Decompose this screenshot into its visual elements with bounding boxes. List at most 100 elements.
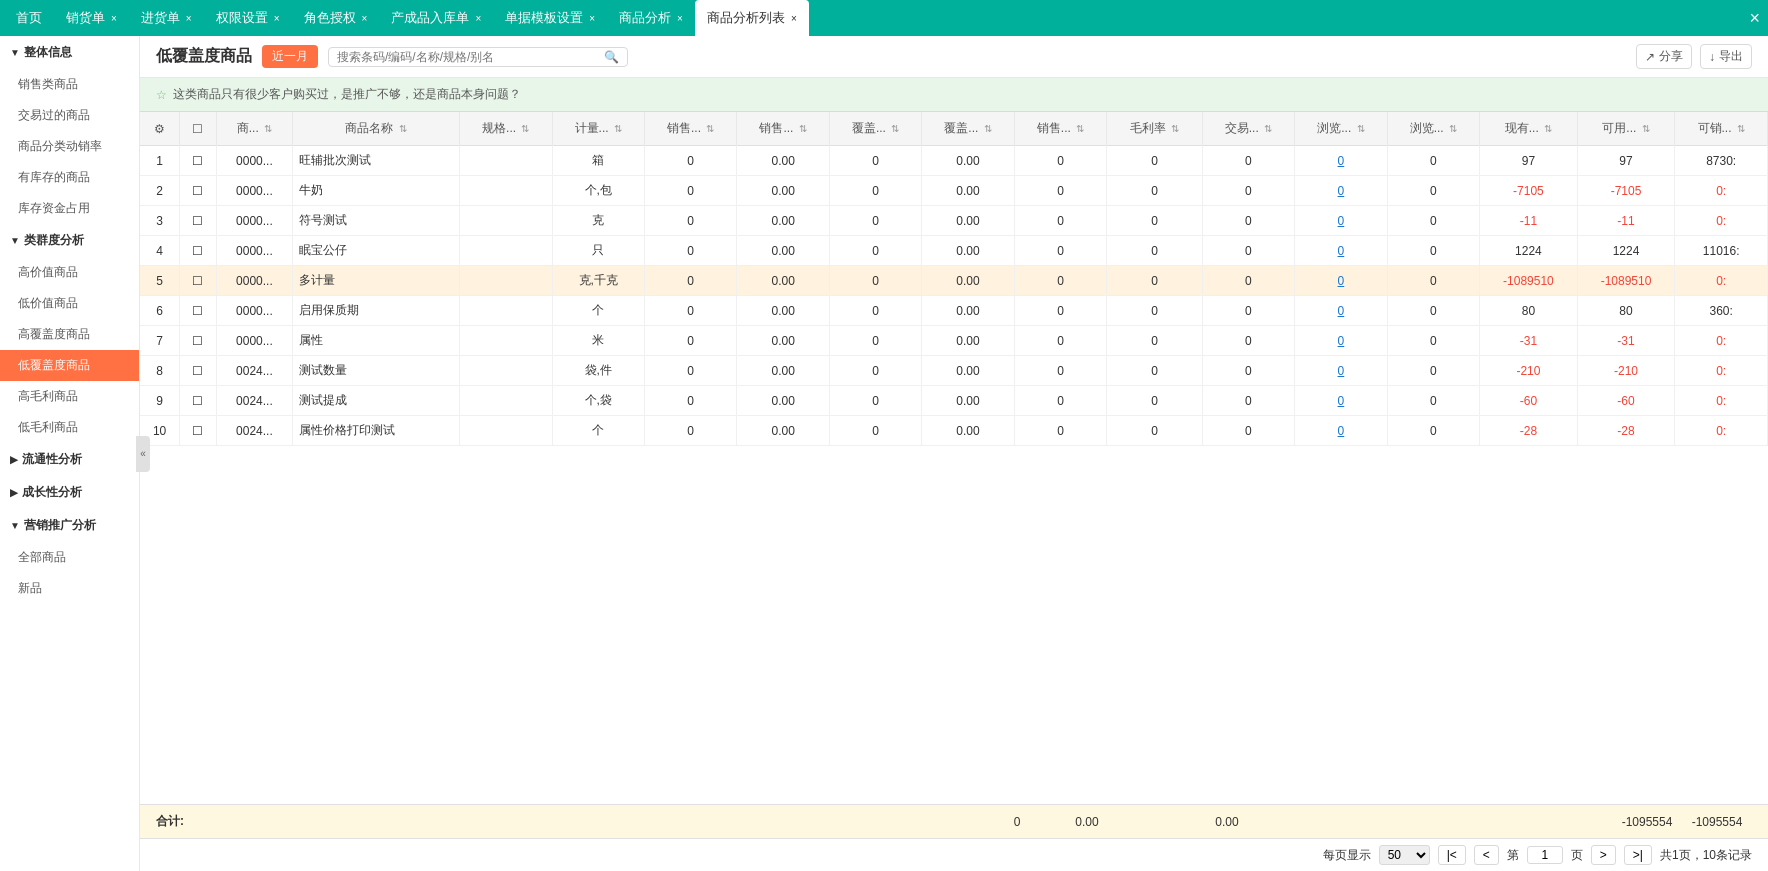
col-header-name[interactable]: 商品名称 ⇅	[293, 112, 460, 146]
export-button[interactable]: ↓ 导出	[1700, 44, 1752, 69]
table-cell-browse1[interactable]: 0	[1295, 266, 1387, 296]
nav-tab-单据模板设置[interactable]: 单据模板设置×	[493, 0, 607, 36]
table-cell-browse1[interactable]: 0	[1295, 296, 1387, 326]
col-header-browse2[interactable]: 浏览... ⇅	[1387, 112, 1479, 146]
tab-close-icon[interactable]: ×	[589, 13, 595, 24]
nav-tab-首页[interactable]: 首页	[4, 0, 54, 36]
col-header-sales_amt[interactable]: 销售... ⇅	[737, 112, 829, 146]
col-header-available_stock[interactable]: 可用... ⇅	[1577, 112, 1675, 146]
tab-close-icon[interactable]: ×	[362, 13, 368, 24]
tab-close-icon[interactable]: ×	[475, 13, 481, 24]
sidebar-item-低毛利商品[interactable]: 低毛利商品	[0, 412, 139, 443]
sidebar-section-营销推广分析[interactable]: ▼营销推广分析	[0, 509, 139, 542]
sidebar-section-成长性分析[interactable]: ▶成长性分析	[0, 476, 139, 509]
table-cell-checkbox[interactable]: ☐	[180, 326, 217, 356]
col-header-settings[interactable]: ⚙	[140, 112, 180, 146]
sidebar-item-高覆盖度商品[interactable]: 高覆盖度商品	[0, 319, 139, 350]
table-cell-checkbox[interactable]: ☐	[180, 266, 217, 296]
tab-close-icon[interactable]: ×	[186, 13, 192, 24]
col-header-spec[interactable]: 规格... ⇅	[460, 112, 552, 146]
table-cell-spec	[460, 146, 552, 176]
table-cell-browse1[interactable]: 0	[1295, 416, 1387, 446]
sidebar-item-全部商品[interactable]: 全部商品	[0, 542, 139, 573]
sidebar-item-低覆盖度商品[interactable]: 低覆盖度商品	[0, 350, 139, 381]
search-input[interactable]	[337, 50, 600, 64]
table-cell-browse1[interactable]: 0	[1295, 176, 1387, 206]
table-cell-browse1[interactable]: 0	[1295, 236, 1387, 266]
table-cell-checkbox[interactable]: ☐	[180, 296, 217, 326]
nav-tab-商品分析列表[interactable]: 商品分析列表×	[695, 0, 809, 36]
table-cell-browse1[interactable]: 0	[1295, 356, 1387, 386]
sidebar-section-整体信息[interactable]: ▼整体信息	[0, 36, 139, 69]
sidebar-item-有库存的商品[interactable]: 有库存的商品	[0, 162, 139, 193]
col-header-cover1[interactable]: 覆盖... ⇅	[829, 112, 921, 146]
table-cell-code: 0000...	[216, 146, 292, 176]
nav-tab-销货单[interactable]: 销货单×	[54, 0, 129, 36]
page-number-input[interactable]	[1527, 846, 1563, 864]
table-cell-checkbox[interactable]: ☐	[180, 146, 217, 176]
table-cell-settings: 1	[140, 146, 180, 176]
table-cell-settings: 7	[140, 326, 180, 356]
sidebar-item-高毛利商品[interactable]: 高毛利商品	[0, 381, 139, 412]
col-header-code[interactable]: 商... ⇅	[216, 112, 292, 146]
tab-close-icon[interactable]: ×	[677, 13, 683, 24]
top-nav: 首页销货单×进货单×权限设置×角色授权×产成品入库单×单据模板设置×商品分析×商…	[0, 0, 1768, 36]
table-cell-cover2: 0.00	[922, 326, 1014, 356]
table-cell-browse1[interactable]: 0	[1295, 146, 1387, 176]
first-page-button[interactable]: |<	[1438, 845, 1466, 865]
prev-page-button[interactable]: <	[1474, 845, 1499, 865]
sidebar-collapse-button[interactable]: «	[136, 436, 150, 472]
last-page-button[interactable]: >|	[1624, 845, 1652, 865]
sidebar-item-销售类商品[interactable]: 销售类商品	[0, 69, 139, 100]
table-cell-sales_amt: 0.00	[737, 146, 829, 176]
col-header-sellable[interactable]: 可销... ⇅	[1675, 112, 1768, 146]
table-cell-checkbox[interactable]: ☐	[180, 356, 217, 386]
section-arrow: ▶	[10, 454, 18, 465]
nav-tab-权限设置[interactable]: 权限设置×	[204, 0, 292, 36]
col-header-sales_profit[interactable]: 销售... ⇅	[1014, 112, 1106, 146]
sidebar-item-交易过的商品[interactable]: 交易过的商品	[0, 100, 139, 131]
nav-tab-角色授权[interactable]: 角色授权×	[292, 0, 380, 36]
table-cell-checkbox[interactable]: ☐	[180, 386, 217, 416]
share-button[interactable]: ↗ 分享	[1636, 44, 1692, 69]
page-size-select[interactable]: 50 100 200	[1379, 845, 1430, 865]
sidebar-section-流通性分析[interactable]: ▶流通性分析	[0, 443, 139, 476]
table-cell-checkbox[interactable]: ☐	[180, 416, 217, 446]
nav-tab-进货单[interactable]: 进货单×	[129, 0, 204, 36]
table-cell-available_stock: 80	[1577, 296, 1675, 326]
table-cell-checkbox[interactable]: ☐	[180, 236, 217, 266]
sort-icon: ⇅	[521, 123, 529, 134]
table-cell-browse2: 0	[1387, 416, 1479, 446]
col-header-sales_qty[interactable]: 销售... ⇅	[644, 112, 736, 146]
sidebar-item-高价值商品[interactable]: 高价值商品	[0, 257, 139, 288]
table-cell-current_stock: -28	[1480, 416, 1578, 446]
tab-close-icon[interactable]: ×	[791, 13, 797, 24]
table-cell-browse1[interactable]: 0	[1295, 326, 1387, 356]
col-header-margin[interactable]: 毛利率 ⇅	[1107, 112, 1203, 146]
nav-tab-产成品入库单[interactable]: 产成品入库单×	[379, 0, 493, 36]
tab-close-icon[interactable]: ×	[274, 13, 280, 24]
table-cell-checkbox[interactable]: ☐	[180, 206, 217, 236]
col-header-cover2[interactable]: 覆盖... ⇅	[922, 112, 1014, 146]
table-cell-trade: 0	[1202, 206, 1294, 236]
table-cell-browse1[interactable]: 0	[1295, 386, 1387, 416]
table-cell-checkbox[interactable]: ☐	[180, 176, 217, 206]
nav-tab-商品分析[interactable]: 商品分析×	[607, 0, 695, 36]
sidebar-item-库存资金占用[interactable]: 库存资金占用	[0, 193, 139, 224]
col-header-browse1[interactable]: 浏览... ⇅	[1295, 112, 1387, 146]
sidebar-item-新品[interactable]: 新品	[0, 573, 139, 604]
col-header-unit[interactable]: 计量... ⇅	[552, 112, 644, 146]
sidebar-item-商品分类动销率[interactable]: 商品分类动销率	[0, 131, 139, 162]
col-header-trade[interactable]: 交易... ⇅	[1202, 112, 1294, 146]
table-wrapper[interactable]: ⚙☐商... ⇅商品名称 ⇅规格... ⇅计量... ⇅销售... ⇅销售...…	[140, 112, 1768, 804]
col-header-current_stock[interactable]: 现有... ⇅	[1480, 112, 1578, 146]
col-header-checkbox[interactable]: ☐	[180, 112, 217, 146]
tab-close-icon[interactable]: ×	[111, 13, 117, 24]
table-cell-browse1[interactable]: 0	[1295, 206, 1387, 236]
table-cell-browse2: 0	[1387, 236, 1479, 266]
next-page-button[interactable]: >	[1591, 845, 1616, 865]
close-all-icon[interactable]: ×	[1749, 9, 1760, 27]
filter-period-button[interactable]: 近一月	[262, 45, 318, 68]
sidebar-item-低价值商品[interactable]: 低价值商品	[0, 288, 139, 319]
sidebar-section-类群度分析[interactable]: ▼类群度分析	[0, 224, 139, 257]
